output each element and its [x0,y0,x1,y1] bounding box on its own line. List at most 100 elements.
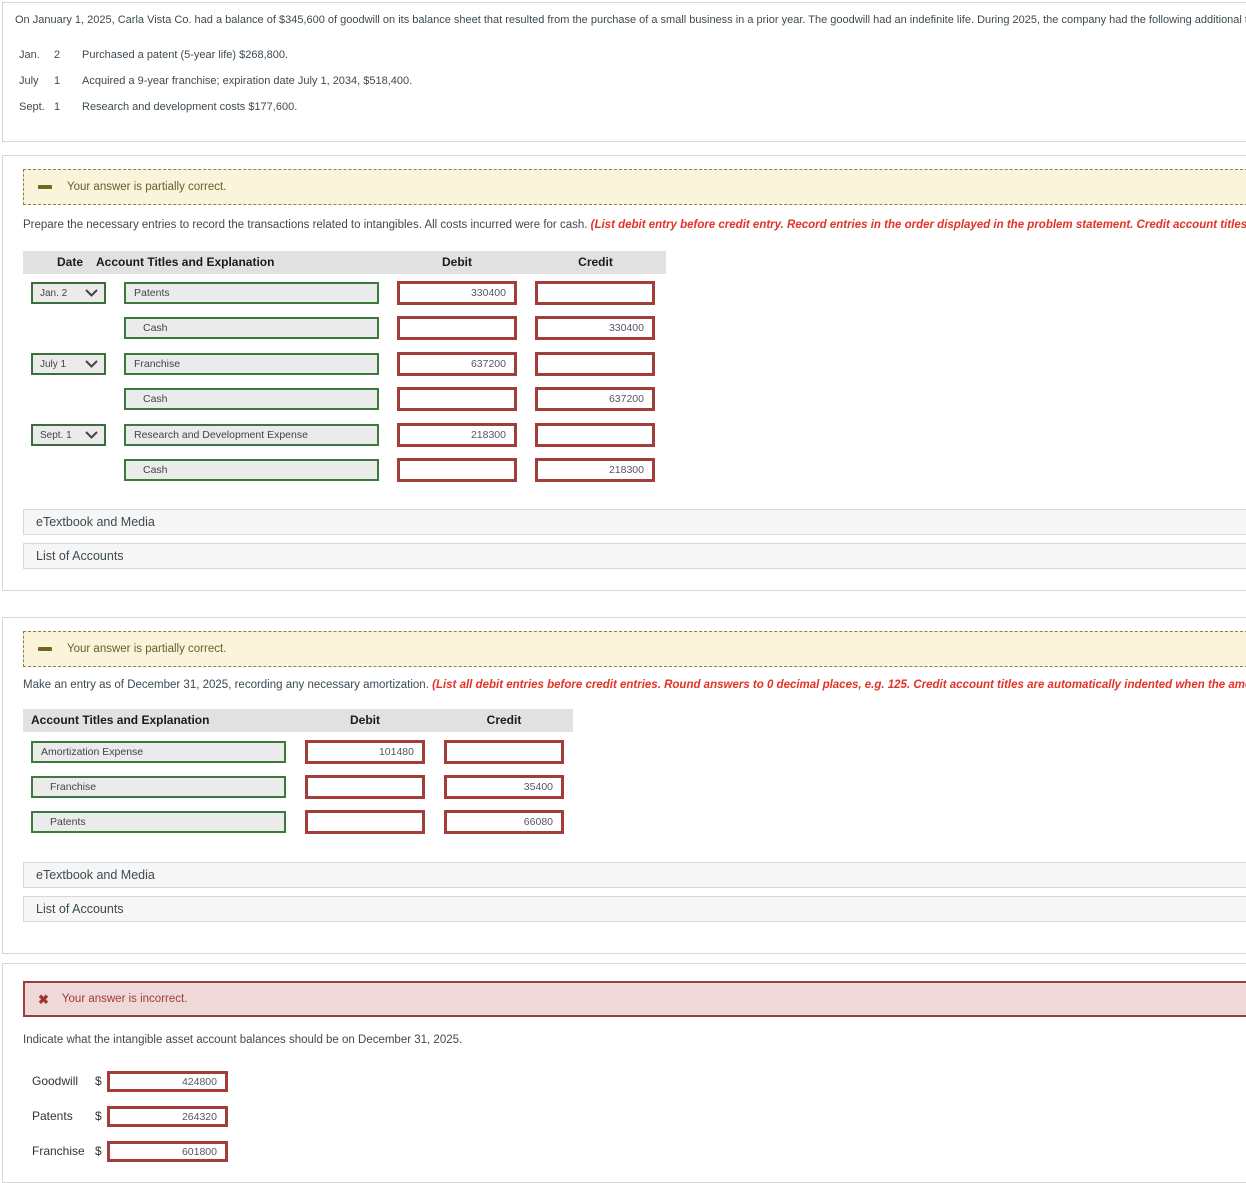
balance-amount-input[interactable] [107,1071,228,1092]
journal-row [31,810,571,837]
account-title-input[interactable] [124,317,379,339]
journal-row [31,740,571,767]
header-debit: Debit [442,255,472,269]
debit-amount-input[interactable] [397,352,517,376]
journal-row: Jan. 2 [31,281,661,308]
transaction-day: 2 [54,49,61,61]
partially-correct-alert: Your answer is partially correct. [23,169,1246,205]
account-title-input[interactable] [124,424,379,446]
dollar-sign: $ [95,1109,102,1123]
debit-amount-input[interactable] [397,387,517,411]
credit-amount-input[interactable] [535,423,655,447]
journal-row [31,458,661,485]
date-select-value: Jan. 2 [40,287,68,299]
partially-correct-alert: Your answer is partially correct. [23,631,1246,667]
balance-amount-input[interactable] [107,1106,228,1127]
account-title-input[interactable] [31,741,286,763]
transaction-month: Sept. [19,101,45,113]
credit-amount-input[interactable] [444,740,564,764]
chevron-down-icon [85,431,98,439]
transaction-row: Jan. 2 Purchased a patent (5-year life) … [3,49,1246,63]
list-of-accounts-accordion[interactable]: List of Accounts [23,896,1246,922]
debit-amount-input[interactable] [305,775,425,799]
transaction-description: Purchased a patent (5-year life) $268,80… [82,49,289,61]
journal-table-header: Date Account Titles and Explanation Debi… [23,251,666,274]
header-date: Date [56,255,83,269]
x-icon: ✖ [38,991,49,1007]
problem-intro-text: On January 1, 2025, Carla Vista Co. had … [15,14,1246,26]
transaction-month: Jan. [19,49,40,61]
debit-amount-input[interactable] [305,740,425,764]
journal-row: July 1 [31,352,661,379]
account-title-input[interactable] [31,776,286,798]
journal-row [31,316,661,343]
credit-amount-input[interactable] [444,775,564,799]
etextbook-and-media-accordion[interactable]: eTextbook and Media [23,509,1246,535]
chevron-down-icon [85,360,98,368]
amortization-table-header: Account Titles and Explanation Debit Cre… [23,709,573,732]
problem-statement-card: On January 1, 2025, Carla Vista Co. had … [2,2,1246,142]
instruction-text: Indicate what the intangible asset accou… [23,1034,462,1046]
journal-row: Sept. 1 [31,423,661,450]
alert-message: Your answer is partially correct. [67,181,227,193]
instruction-text: Prepare the necessary entries to record … [23,219,1246,231]
incorrect-alert: ✖ Your answer is incorrect. [23,981,1246,1017]
transaction-description: Acquired a 9-year franchise; expiration … [82,75,413,87]
transaction-day: 1 [54,75,61,87]
alert-message: Your answer is partially correct. [67,643,227,655]
minus-icon [38,185,52,189]
balance-row: Patents $ [3,1106,1246,1127]
credit-amount-input[interactable] [444,810,564,834]
account-title-input[interactable] [124,459,379,481]
date-select[interactable]: Jan. 2 [31,282,106,304]
balances-section: ✖ Your answer is incorrect. Indicate wha… [2,963,1246,1183]
header-account-titles: Account Titles and Explanation [96,255,275,269]
instruction-text: Make an entry as of December 31, 2025, r… [23,679,1246,691]
dollar-sign: $ [95,1074,102,1088]
date-select-value: July 1 [40,358,67,370]
date-select[interactable]: July 1 [31,353,106,375]
debit-amount-input[interactable] [397,458,517,482]
header-account-titles: Account Titles and Explanation [31,713,210,727]
instruction-plain: Prepare the necessary entries to record … [23,219,591,231]
transaction-month: July [19,75,39,87]
journal-entries-section: Your answer is partially correct. Prepar… [2,155,1246,591]
date-select-value: Sept. 1 [40,429,72,441]
transaction-description: Research and development costs $177,600. [82,101,298,113]
transaction-row: July 1 Acquired a 9-year franchise; expi… [3,75,1246,89]
credit-amount-input[interactable] [535,352,655,376]
debit-amount-input[interactable] [305,810,425,834]
instruction-red: (List all debit entries before credit en… [432,679,1246,691]
amortization-entry-section: Your answer is partially correct. Make a… [2,617,1246,954]
instruction-plain: Make an entry as of December 31, 2025, r… [23,679,433,691]
debit-amount-input[interactable] [397,316,517,340]
credit-amount-input[interactable] [535,281,655,305]
minus-icon [38,647,52,651]
list-of-accounts-accordion[interactable]: List of Accounts [23,543,1246,569]
alert-message: Your answer is incorrect. [61,993,188,1005]
journal-row [31,775,571,802]
etextbook-and-media-accordion[interactable]: eTextbook and Media [23,862,1246,888]
debit-amount-input[interactable] [397,281,517,305]
account-title-input[interactable] [124,388,379,410]
header-credit: Credit [486,713,522,727]
account-title-input[interactable] [31,811,286,833]
transaction-row: Sept. 1 Research and development costs $… [3,101,1246,115]
instruction-red: (List debit entry before credit entry. R… [590,219,1246,231]
balance-label: Patents [32,1109,73,1123]
journal-row [31,387,661,414]
date-select[interactable]: Sept. 1 [31,424,106,446]
credit-amount-input[interactable] [535,316,655,340]
chevron-down-icon [85,289,98,297]
account-title-input[interactable] [124,282,379,304]
instruction-plain: Indicate what the intangible asset accou… [23,1034,463,1046]
account-title-input[interactable] [124,353,379,375]
credit-amount-input[interactable] [535,387,655,411]
transaction-day: 1 [54,101,61,113]
header-credit: Credit [578,255,613,269]
balance-label: Goodwill [32,1074,79,1088]
header-debit: Debit [350,713,380,727]
balance-row: Goodwill $ [3,1071,1246,1092]
debit-amount-input[interactable] [397,423,517,447]
credit-amount-input[interactable] [535,458,655,482]
